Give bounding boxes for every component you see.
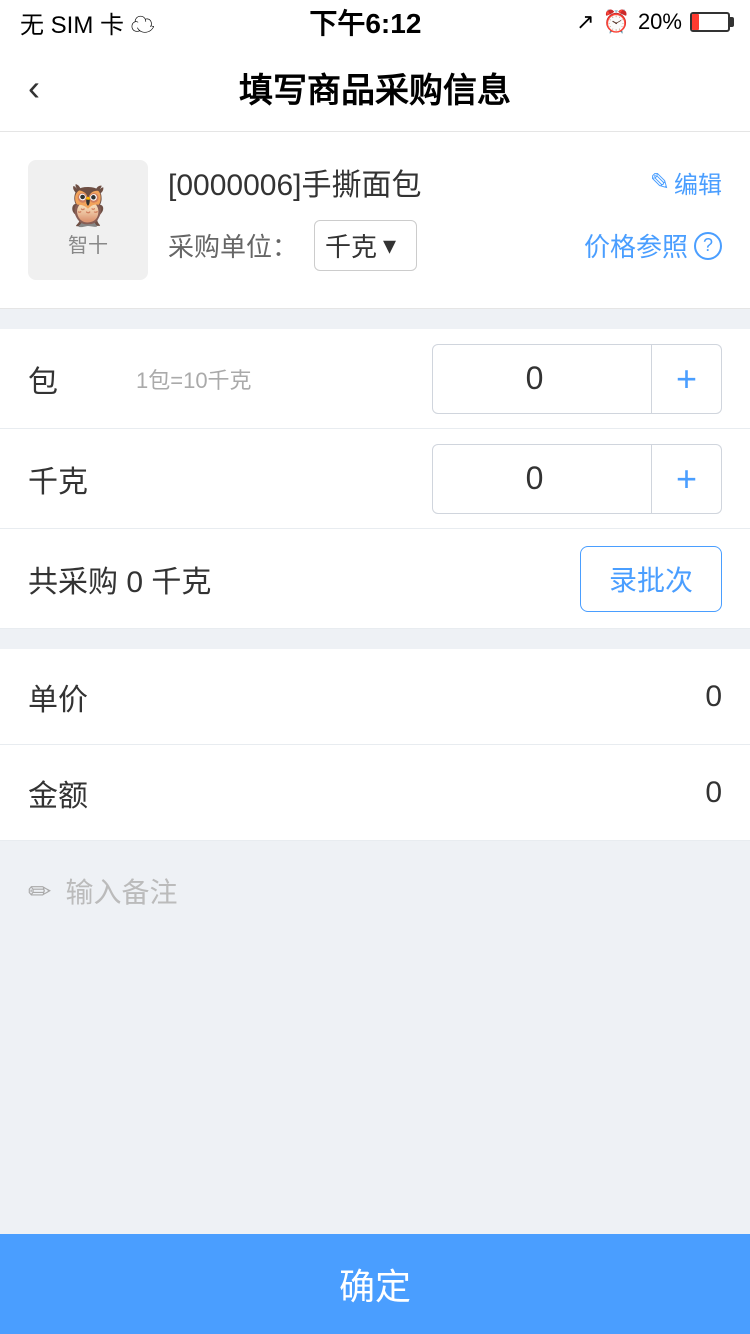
battery-percent: 20% — [638, 9, 682, 35]
summary-text: 共采购 0 千克 — [28, 557, 211, 601]
product-image-label: 智十 — [68, 229, 108, 258]
product-code: [0000006] — [168, 169, 301, 202]
page-title: 填写商品采购信息 — [239, 63, 511, 112]
confirm-label: 确定 — [339, 1258, 411, 1310]
pack-input[interactable] — [432, 344, 652, 414]
amount-label: 金额 — [28, 771, 88, 815]
kg-plus-button[interactable]: + — [652, 444, 722, 514]
amount-row: 金额 0 — [0, 745, 750, 841]
pack-row: 包 1包=10千克 + — [0, 329, 750, 429]
kg-label: 千克 — [28, 457, 128, 501]
amount-value: 0 — [705, 776, 722, 810]
product-card: 🦉 智十 [0000006]手撕面包 ✎ 编辑 采购单位： 千克 ▾ — [0, 132, 750, 309]
kg-row: 千克 + — [0, 429, 750, 529]
price-reference-btn[interactable]: 价格参照 ? — [584, 227, 722, 264]
nav-bar: ‹ 填写商品采购信息 — [0, 44, 750, 132]
kg-input[interactable] — [432, 444, 652, 514]
product-title: 手撕面包 — [301, 169, 421, 202]
product-owl-icon: 🦉 — [63, 182, 113, 229]
price-info-section: 单价 0 金额 0 — [0, 649, 750, 841]
edit-button[interactable]: ✎ 编辑 — [650, 165, 722, 200]
sim-status: 无 SIM 卡 ☁ — [20, 5, 155, 40]
pack-plus-button[interactable]: + — [652, 344, 722, 414]
status-time: 下午6:12 — [309, 2, 421, 42]
notes-section[interactable]: ✏ 输入备注 — [0, 841, 750, 941]
pack-sub-label: 1包=10千克 — [136, 363, 252, 395]
edit-icon: ✎ — [650, 168, 670, 197]
unit-value: 千克 — [325, 227, 377, 264]
pack-input-wrap: + — [432, 344, 722, 414]
product-name-row: [0000006]手撕面包 ✎ 编辑 — [168, 160, 722, 204]
kg-input-wrap: + — [432, 444, 722, 514]
unit-select-dropdown[interactable]: 千克 ▾ — [314, 220, 417, 271]
status-right: ↗ ⏰ 20% — [576, 9, 730, 35]
bottom-spacer — [0, 941, 750, 1234]
help-circle-icon: ? — [694, 232, 722, 260]
unit-price-label: 单价 — [28, 675, 88, 719]
chevron-down-icon: ▾ — [383, 230, 396, 261]
price-ref-label: 价格参照 — [584, 227, 688, 264]
back-button[interactable]: ‹ — [28, 67, 40, 109]
notes-placeholder: 输入备注 — [65, 871, 177, 911]
pack-form-section: 包 1包=10千克 + 千克 + 共采购 0 千克 录批次 — [0, 329, 750, 629]
section-separator-1 — [0, 309, 750, 329]
unit-prefix-label: 采购单位： — [168, 227, 298, 264]
pack-label: 包 — [28, 357, 128, 401]
summary-row: 共采购 0 千克 录批次 — [0, 529, 750, 629]
product-image: 🦉 智十 — [28, 160, 148, 280]
edit-label: 编辑 — [674, 165, 722, 200]
product-unit-row: 采购单位： 千克 ▾ 价格参照 ? — [168, 220, 722, 271]
status-bar: 无 SIM 卡 ☁ 下午6:12 ↗ ⏰ 20% — [0, 0, 750, 44]
location-icon: ↗ — [576, 9, 594, 35]
product-info: [0000006]手撕面包 ✎ 编辑 采购单位： 千克 ▾ 价格参照 ? — [168, 160, 722, 271]
record-batch-button[interactable]: 录批次 — [580, 546, 722, 612]
alarm-icon: ⏰ — [603, 9, 630, 35]
confirm-button[interactable]: 确定 — [0, 1234, 750, 1334]
battery-icon — [690, 12, 730, 32]
pencil-icon: ✏ — [28, 875, 51, 908]
status-left: 无 SIM 卡 ☁ — [20, 5, 155, 40]
unit-price-row: 单价 0 — [0, 649, 750, 745]
unit-price-value: 0 — [705, 680, 722, 714]
product-name: [0000006]手撕面包 — [168, 160, 421, 204]
section-separator-2 — [0, 629, 750, 649]
